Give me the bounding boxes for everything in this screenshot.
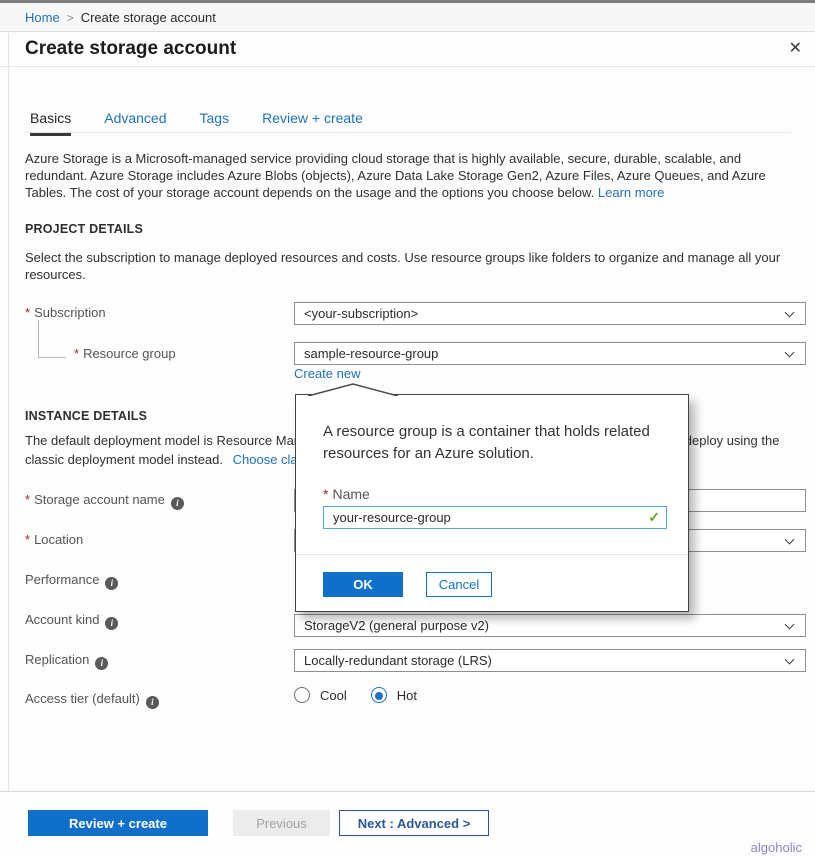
- tabs-divider: [25, 132, 791, 133]
- instance-details-heading: INSTANCE DETAILS: [25, 409, 147, 423]
- close-icon[interactable]: ✕: [789, 38, 802, 58]
- cancel-button[interactable]: Cancel: [426, 572, 492, 597]
- resource-group-select[interactable]: sample-resource-group: [294, 342, 806, 365]
- popup-name-label-text: Name: [332, 486, 369, 502]
- popup-divider: [296, 554, 688, 555]
- replication-label: Replication i: [25, 652, 108, 670]
- storage-account-name-label-text: Storage account name: [34, 492, 165, 507]
- project-details-description: Select the subscription to manage deploy…: [25, 249, 781, 283]
- radio-hot[interactable]: [371, 687, 387, 703]
- required-asterisk: *: [323, 486, 328, 502]
- subscription-select[interactable]: <your-subscription>: [294, 302, 806, 325]
- valid-check-icon: ✓: [648, 509, 660, 526]
- chevron-down-icon: [785, 620, 795, 630]
- location-label: * Location: [25, 532, 83, 547]
- next-advanced-button[interactable]: Next : Advanced >: [339, 810, 489, 836]
- replication-value: Locally-redundant storage (LRS): [304, 653, 492, 668]
- access-tier-label: Access tier (default) i: [25, 691, 159, 709]
- panel-left-edge: [8, 33, 9, 791]
- project-details-heading: PROJECT DETAILS: [25, 222, 143, 236]
- chevron-down-icon: [785, 308, 795, 318]
- account-kind-label: Account kind i: [25, 612, 118, 630]
- popup-name-field-wrap: ✓: [323, 506, 667, 529]
- resource-group-label: * Resource group: [74, 346, 176, 361]
- required-asterisk: *: [25, 532, 30, 547]
- deployment-line2-text: classic deployment model instead.: [25, 452, 223, 467]
- breadcrumb-current: Create storage account: [81, 10, 216, 25]
- learn-more-link[interactable]: Learn more: [598, 185, 664, 200]
- access-tier-label-text: Access tier (default): [25, 691, 140, 706]
- radio-cool-label: Cool: [320, 688, 347, 703]
- account-kind-value: StorageV2 (general purpose v2): [304, 618, 489, 633]
- resource-group-connector-horizontal: [38, 357, 66, 358]
- location-label-text: Location: [34, 532, 83, 547]
- create-resource-group-popup: A resource group is a container that hol…: [295, 394, 689, 612]
- previous-button[interactable]: Previous: [233, 810, 330, 836]
- account-kind-select[interactable]: StorageV2 (general purpose v2): [294, 614, 806, 637]
- footer-divider: [0, 791, 815, 792]
- required-asterisk: *: [74, 346, 79, 361]
- chevron-down-icon: [785, 535, 795, 545]
- create-new-link[interactable]: Create new: [294, 366, 360, 381]
- account-kind-label-text: Account kind: [25, 612, 99, 627]
- breadcrumb-separator-icon: >: [67, 11, 74, 25]
- info-icon[interactable]: i: [146, 696, 159, 709]
- ok-button[interactable]: OK: [323, 572, 403, 597]
- popup-name-label: *Name: [323, 486, 370, 502]
- resource-group-connector-vertical: [38, 320, 39, 358]
- chevron-down-icon: [785, 348, 795, 358]
- breadcrumb-home-link[interactable]: Home: [25, 10, 60, 25]
- watermark: algoholic: [751, 840, 802, 855]
- performance-label-text: Performance: [25, 572, 99, 587]
- chevron-down-icon: [785, 655, 795, 665]
- info-icon[interactable]: i: [95, 657, 108, 670]
- access-tier-radio-group: Cool Hot: [294, 687, 431, 703]
- replication-label-text: Replication: [25, 652, 89, 667]
- radio-cool[interactable]: [294, 687, 310, 703]
- subscription-value: <your-subscription>: [304, 306, 418, 321]
- resource-group-label-text: Resource group: [83, 346, 176, 361]
- required-asterisk: *: [25, 305, 30, 320]
- required-asterisk: *: [25, 492, 30, 507]
- info-icon[interactable]: i: [105, 617, 118, 630]
- subscription-label-text: Subscription: [34, 305, 106, 320]
- performance-label: Performance i: [25, 572, 118, 590]
- title-divider: [0, 66, 815, 67]
- popup-name-input[interactable]: [323, 506, 667, 529]
- popup-description: A resource group is a container that hol…: [323, 421, 671, 465]
- create-storage-account-page: Home > Create storage account Create stora…: [0, 0, 815, 858]
- resource-group-value: sample-resource-group: [304, 346, 438, 361]
- info-icon[interactable]: i: [105, 577, 118, 590]
- info-icon[interactable]: i: [171, 497, 184, 510]
- page-title: Create storage account: [25, 38, 236, 60]
- popup-caret-icon: [307, 383, 399, 396]
- storage-account-name-label: * Storage account name i: [25, 492, 184, 510]
- breadcrumb: Home > Create storage account: [0, 3, 815, 32]
- subscription-label: * Subscription: [25, 305, 106, 320]
- replication-select[interactable]: Locally-redundant storage (LRS): [294, 649, 806, 672]
- review-create-button[interactable]: Review + create: [28, 810, 208, 836]
- intro-paragraph: Azure Storage is a Microsoft-managed ser…: [25, 150, 791, 201]
- radio-hot-label: Hot: [397, 688, 417, 703]
